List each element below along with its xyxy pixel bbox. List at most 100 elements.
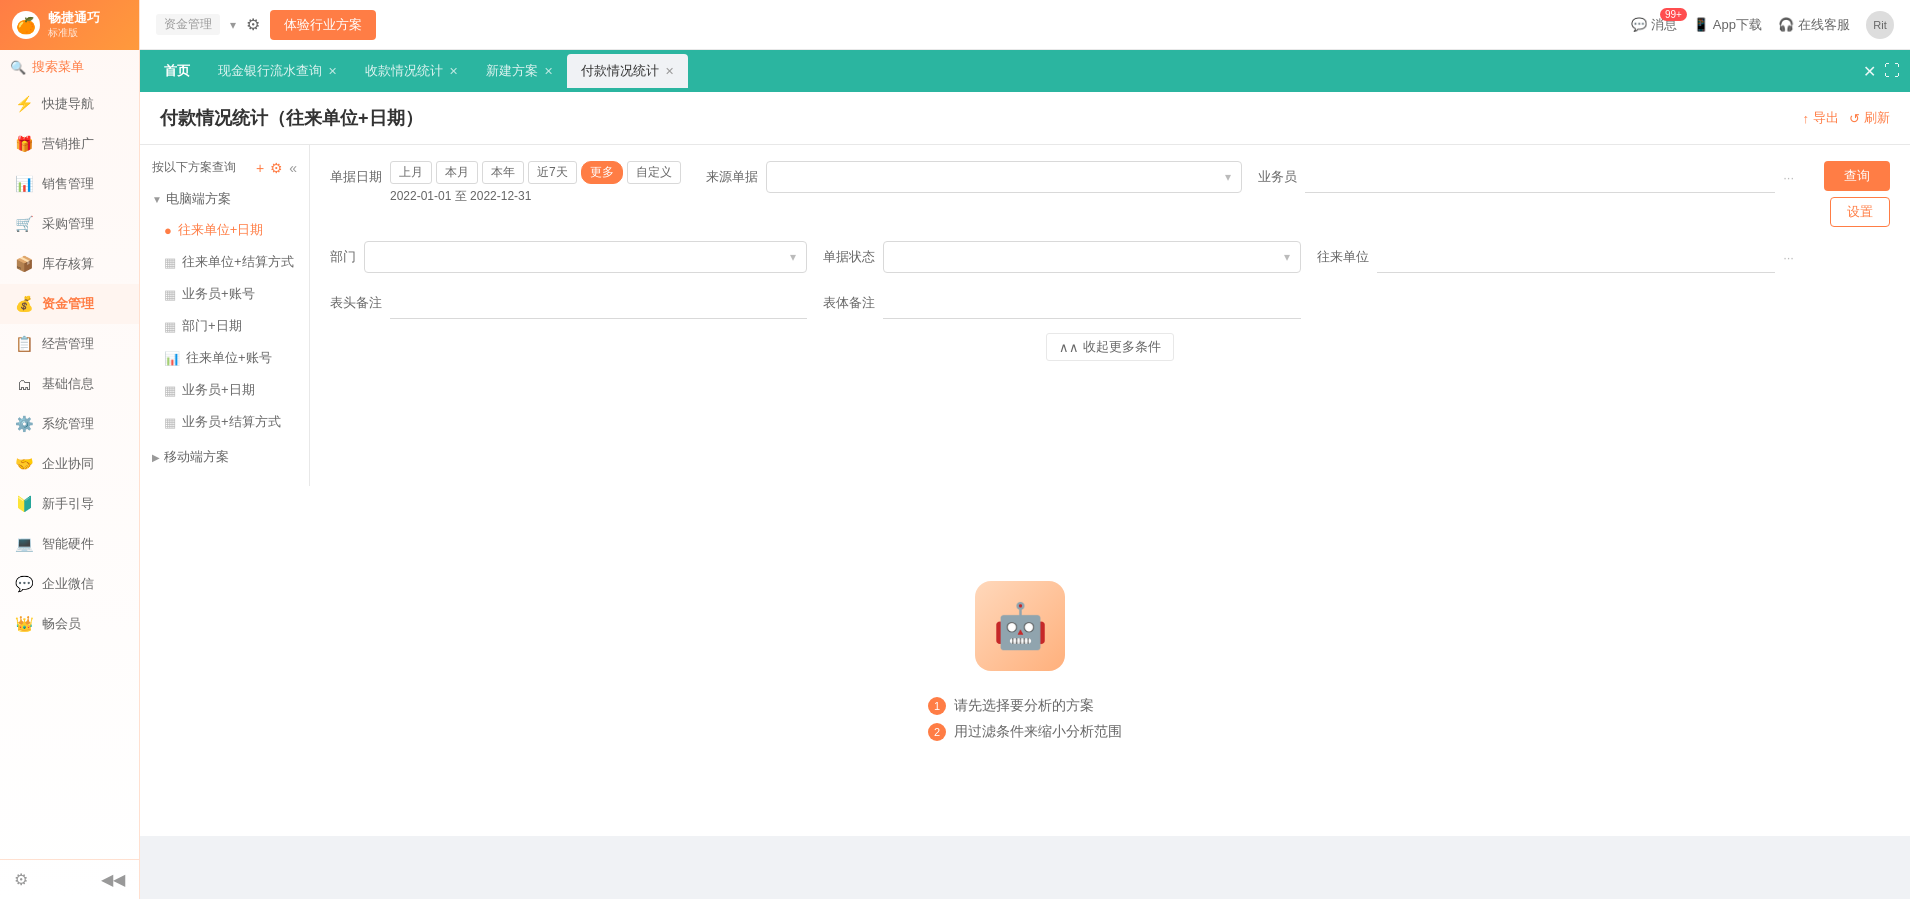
staff-date-icon: ▦ <box>164 383 176 398</box>
refresh-icon: ↺ <box>1849 111 1860 126</box>
scheme-header: 按以下方案查询 + ⚙ « <box>140 155 309 184</box>
sidebar-item-guide[interactable]: 🔰 新手引导 <box>0 484 139 524</box>
empty-tip-1: 1 请先选择要分析的方案 <box>928 697 1122 715</box>
sidebar-item-wechat[interactable]: 💬 企业微信 <box>0 564 139 604</box>
body-note-label: 表体备注 <box>823 294 875 312</box>
date-more[interactable]: 更多 <box>581 161 623 184</box>
tab-bank[interactable]: 现金银行流水查询 ✕ <box>204 54 351 88</box>
sidebar-item-marketing[interactable]: 🎁 营销推广 <box>0 124 139 164</box>
sidebar-logo: 🍊 畅捷通巧 标准版 <box>0 0 139 50</box>
scheme-item-staff-settle[interactable]: ▦ 业务员+结算方式 <box>140 406 309 438</box>
tab-new-scheme[interactable]: 新建方案 ✕ <box>472 54 567 88</box>
topbar-left: 资金管理 ▾ ⚙ 体验行业方案 <box>156 10 376 40</box>
filter-main: 单据日期 上月 本月 本年 近7天 更多 自定义 2022-01-01 至 20… <box>310 145 1910 486</box>
header-note-label: 表头备注 <box>330 294 382 312</box>
purchase-icon: 🛒 <box>14 214 34 234</box>
collapse-bar: ∧∧ 收起更多条件 <box>330 333 1890 361</box>
sidebar-settings-icon[interactable]: ⚙ <box>14 870 28 889</box>
date-7days[interactable]: 近7天 <box>528 161 577 184</box>
tab-bank-close[interactable]: ✕ <box>328 65 337 78</box>
sidebar-item-hardware[interactable]: 💻 智能硬件 <box>0 524 139 564</box>
topbar-settings-icon[interactable]: ⚙ <box>246 15 260 34</box>
scheme-item-unit-settle[interactable]: ▦ 往来单位+结算方式 <box>140 246 309 278</box>
topbar-right: 💬 消息 99+ 📱 App下载 🎧 在线客服 Rit <box>1631 11 1894 39</box>
staff-input[interactable] <box>1305 164 1775 189</box>
export-button[interactable]: ↑ 导出 <box>1803 109 1840 127</box>
query-button[interactable]: 查询 <box>1824 161 1890 191</box>
tab-new-scheme-close[interactable]: ✕ <box>544 65 553 78</box>
scheme-sidebar: 按以下方案查询 + ⚙ « ▼ 电脑端方案 ● 往来单位+日期 <box>140 145 310 486</box>
tab-payment[interactable]: 付款情况统计 ✕ <box>567 54 688 88</box>
partner-input[interactable] <box>1377 244 1775 269</box>
date-buttons: 上月 本月 本年 近7天 更多 自定义 <box>390 161 681 184</box>
user-avatar[interactable]: Rit <box>1866 11 1894 39</box>
tabs-close-all[interactable]: ✕ <box>1863 62 1876 81</box>
scheme-section-desktop-title[interactable]: ▼ 电脑端方案 <box>140 184 309 214</box>
scheme-item-staff-date[interactable]: ▦ 业务员+日期 <box>140 374 309 406</box>
sidebar-item-purchase[interactable]: 🛒 采购管理 <box>0 204 139 244</box>
sidebar-collapse-icon[interactable]: ◀◀ <box>101 870 125 889</box>
source-select[interactable]: ▾ <box>766 161 1242 193</box>
date-this-year[interactable]: 本年 <box>482 161 524 184</box>
sidebar-nav: ⚡ 快捷导航 🎁 营销推广 📊 销售管理 🛒 采购管理 📦 库存核算 💰 资金管… <box>0 84 139 859</box>
sidebar-item-inventory[interactable]: 📦 库存核算 <box>0 244 139 284</box>
tab-receipt[interactable]: 收款情况统计 ✕ <box>351 54 472 88</box>
dept-select[interactable]: ▾ <box>364 241 807 273</box>
sidebar-item-sales[interactable]: 📊 销售管理 <box>0 164 139 204</box>
sidebar-item-operations[interactable]: 📋 经营管理 <box>0 324 139 364</box>
online-service-button[interactable]: 🎧 在线客服 <box>1778 16 1850 34</box>
partner-label: 往来单位 <box>1317 248 1369 266</box>
dept-label: 部门 <box>330 248 356 266</box>
scheme-collapse-button[interactable]: « <box>289 160 297 176</box>
header-note-input[interactable] <box>390 287 807 312</box>
source-chevron-icon: ▾ <box>1225 170 1231 184</box>
wechat-icon: 💬 <box>14 574 34 594</box>
sidebar-item-member[interactable]: 👑 畅会员 <box>0 604 139 644</box>
tab-payment-close[interactable]: ✕ <box>665 65 674 78</box>
sidebar-item-quick-nav[interactable]: ⚡ 快捷导航 <box>0 84 139 124</box>
sidebar-item-finance[interactable]: 💰 资金管理 <box>0 284 139 324</box>
refresh-button[interactable]: ↺ 刷新 <box>1849 109 1890 127</box>
message-button[interactable]: 💬 消息 99+ <box>1631 16 1677 34</box>
search-menu[interactable]: 🔍 搜索菜单 <box>0 50 139 84</box>
date-last-month[interactable]: 上月 <box>390 161 432 184</box>
unit-date-icon: ● <box>164 223 172 238</box>
partner-input-wrapper <box>1377 241 1775 273</box>
collapse-conditions-button[interactable]: ∧∧ 收起更多条件 <box>1046 333 1174 361</box>
staff-ellipsis[interactable]: ··· <box>1783 170 1794 185</box>
date-this-month[interactable]: 本月 <box>436 161 478 184</box>
scheme-item-unit-account[interactable]: 📊 往来单位+账号 <box>140 342 309 374</box>
sidebar-item-basic[interactable]: 🗂 基础信息 <box>0 364 139 404</box>
scheme-settings-button[interactable]: ⚙ <box>270 160 283 176</box>
tabs-fullscreen[interactable]: ⛶ <box>1884 62 1900 81</box>
quick-nav-icon: ⚡ <box>14 94 34 114</box>
export-icon: ↑ <box>1803 111 1810 126</box>
message-badge: 99+ <box>1660 8 1687 21</box>
scheme-item-staff-account[interactable]: ▦ 业务员+账号 <box>140 278 309 310</box>
empty-state-container: 🤖 1 请先选择要分析的方案 2 用过滤条件来缩小分析范围 <box>140 486 1910 836</box>
scheme-item-unit-date[interactable]: ● 往来单位+日期 <box>140 214 309 246</box>
search-icon: 🔍 <box>10 60 26 75</box>
sidebar-item-system[interactable]: ⚙️ 系统管理 <box>0 404 139 444</box>
doc-status-select[interactable]: ▾ <box>883 241 1300 273</box>
hardware-icon: 💻 <box>14 534 34 554</box>
staff-label: 业务员 <box>1258 168 1297 186</box>
partner-ellipsis[interactable]: ··· <box>1783 250 1794 265</box>
filter-actions: 查询 设置 <box>1810 161 1890 227</box>
trial-button[interactable]: 体验行业方案 <box>270 10 376 40</box>
scheme-item-dept-date[interactable]: ▦ 部门+日期 <box>140 310 309 342</box>
sidebar-item-enterprise[interactable]: 🤝 企业协同 <box>0 444 139 484</box>
mobile-arrow-icon: ▶ <box>152 452 160 463</box>
sidebar-bottom: ⚙ ◀◀ <box>0 859 139 899</box>
settings-button[interactable]: 设置 <box>1830 197 1890 227</box>
body-note-input[interactable] <box>883 287 1300 312</box>
tab-receipt-close[interactable]: ✕ <box>449 65 458 78</box>
topbar: 资金管理 ▾ ⚙ 体验行业方案 💬 消息 99+ 📱 App下载 🎧 在线客服 … <box>140 0 1910 50</box>
scheme-add-button[interactable]: + <box>256 160 264 176</box>
sales-icon: 📊 <box>14 174 34 194</box>
scheme-section-mobile-title[interactable]: ▶ 移动端方案 <box>140 442 309 472</box>
date-custom[interactable]: 自定义 <box>627 161 681 184</box>
tab-home[interactable]: 首页 <box>150 54 204 88</box>
app-download-button[interactable]: 📱 App下载 <box>1693 16 1762 34</box>
source-label: 来源单据 <box>706 168 758 186</box>
